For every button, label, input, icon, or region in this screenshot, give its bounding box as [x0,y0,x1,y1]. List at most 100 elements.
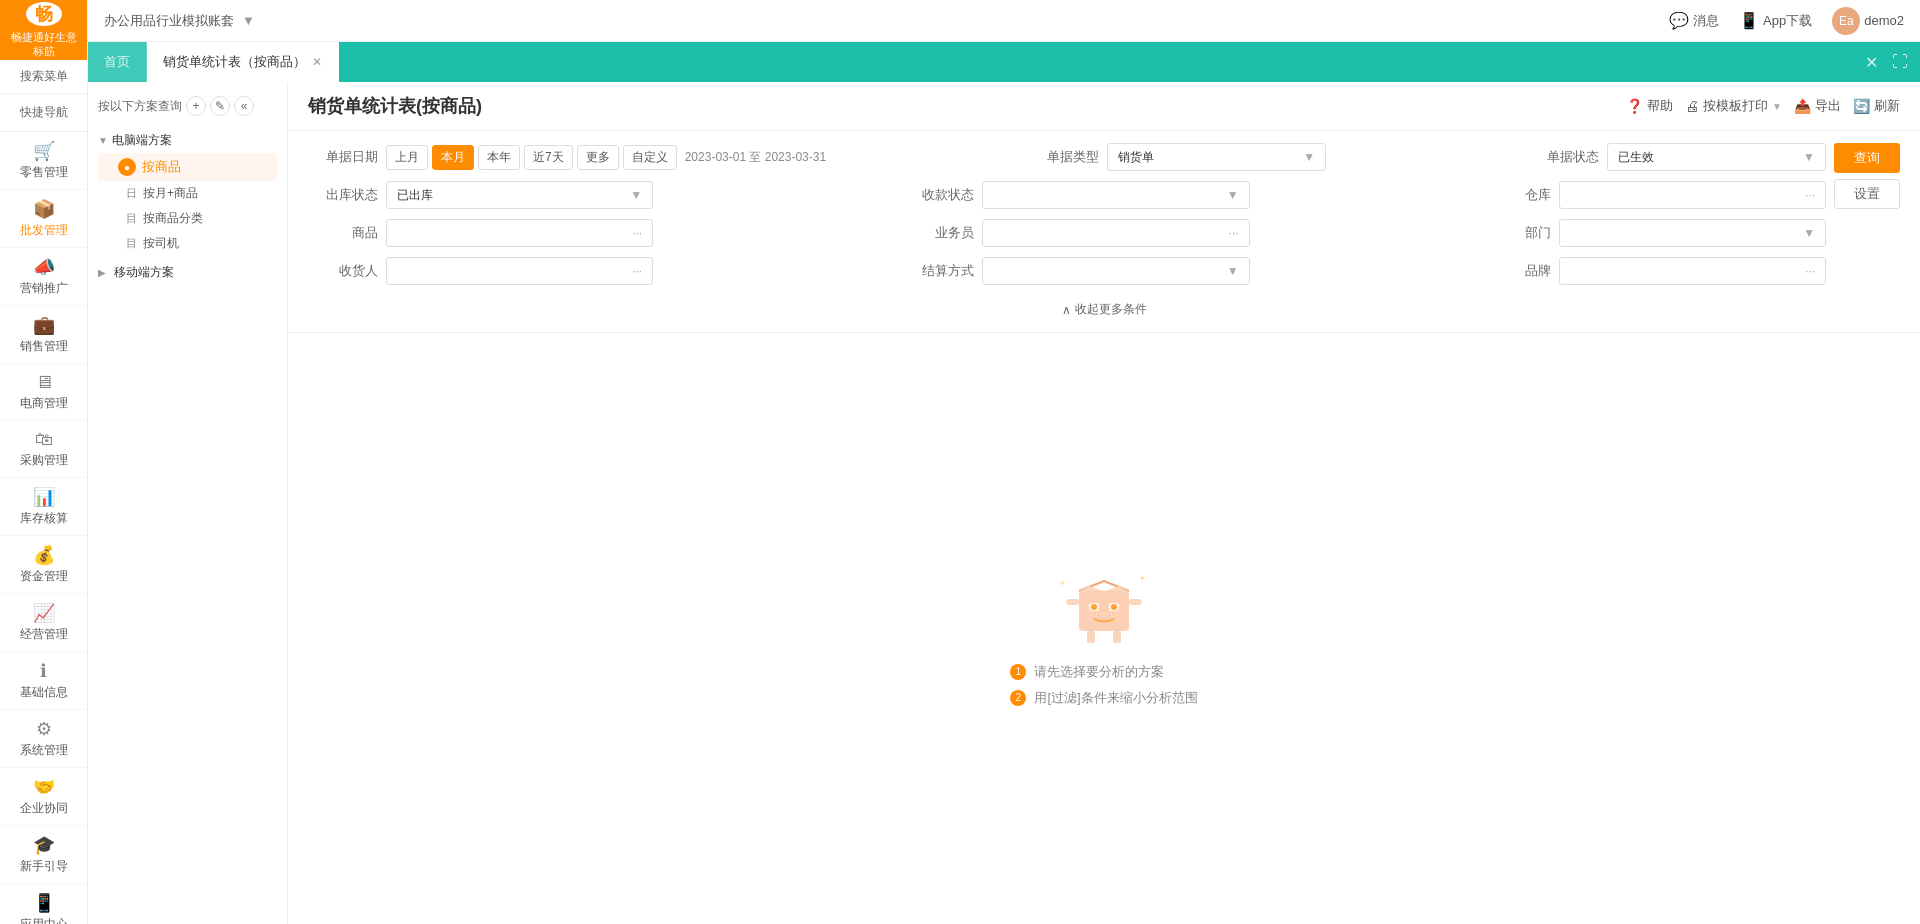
left-panel: 按以下方案查询 + ✎ « ▼ 电脑端方案 ● 按商品 [88,82,288,924]
edit-icon: ✎ [215,99,225,113]
settlement-label: 结算方式 [914,262,974,280]
tab-report[interactable]: 销货单统计表（按商品） ✕ [147,42,339,82]
sidebar-item-enterprise[interactable]: 🤝 企业协同 [0,768,87,826]
page-header: 销货单统计表(按商品) ❓ 帮助 🖨 按模板打印 ▼ 📤 导出 [288,82,1920,131]
message-btn[interactable]: 💬 消息 [1669,11,1719,30]
tip-1-num: 1 [1010,664,1026,680]
date-btn-last-month[interactable]: 上月 [386,145,428,170]
sidebar-item-inventory[interactable]: 📊 库存核算 [0,478,87,536]
sidebar-item-system[interactable]: ⚙ 系统管理 [0,710,87,768]
scheme-item-by-product[interactable]: ● 按商品 [98,153,277,181]
data-area: ✦ ✦ 1 请先选择要分析的方案 2 用[过滤]条件来缩小分析范围 [288,333,1920,924]
product-dots[interactable]: ··· [632,226,642,240]
scheme-query-label: 按以下方案查询 [98,98,182,115]
report-tab-label: 销货单统计表（按商品） [163,53,306,71]
quick-nav-label: 快捷导航 [20,100,68,125]
scheme-item-by-month-product[interactable]: 日 按月+商品 [98,181,277,206]
sidebar-item-ecommerce[interactable]: 🖥 电商管理 [0,364,87,421]
sidebar-item-retail[interactable]: 🛒 零售管理 [0,132,87,190]
date-btn-more[interactable]: 更多 [577,145,619,170]
department-select[interactable]: ▼ [1559,219,1826,247]
ecommerce-label: 电商管理 [20,395,68,412]
sidebar-item-finance[interactable]: 💰 资金管理 [0,536,87,594]
by-category-label: 按商品分类 [143,210,203,227]
salesman-input[interactable]: ··· [982,219,1249,247]
tab-home[interactable]: 首页 [88,42,147,82]
out-status-label: 出库状态 [308,186,378,204]
receiver-input[interactable]: ··· [386,257,653,285]
collapse-panel-btn[interactable]: « [234,96,254,116]
department-arrow: ▼ [1803,226,1815,240]
inventory-icon: 📊 [33,486,55,508]
tab-expand-icon[interactable]: ⛶ [1888,51,1912,73]
dropdown-icon[interactable]: ▼ [242,13,255,28]
export-btn[interactable]: 📤 导出 [1794,97,1841,115]
refresh-btn[interactable]: 🔄 刷新 [1853,97,1900,115]
sidebar-item-purchase[interactable]: 🛍 采购管理 [0,421,87,478]
product-input[interactable]: ··· [386,219,653,247]
user-menu[interactable]: Ea demo2 [1832,7,1904,35]
warehouse-select[interactable]: ··· [1559,181,1826,209]
sidebar-item-sales[interactable]: 💼 销售管理 [0,306,87,364]
tab-close-icon[interactable]: ✕ [312,55,322,69]
edit-scheme-btn[interactable]: ✎ [210,96,230,116]
receipt-status-select[interactable]: ▼ [982,181,1249,209]
category-icon: 目 [126,211,137,226]
svg-rect-0 [1079,591,1129,631]
reset-button[interactable]: 设置 [1834,179,1900,209]
doc-status-select[interactable]: 已生效 ▼ [1607,143,1826,171]
date-btn-7days[interactable]: 近7天 [524,145,573,170]
date-btn-this-month[interactable]: 本月 [432,145,474,170]
arrow-right-icon: ▶ [98,267,106,278]
search-button[interactable]: 查询 [1834,143,1900,173]
brand-input[interactable]: ··· [1559,257,1826,285]
salesman-dots[interactable]: ··· [1229,226,1239,240]
sidebar-item-operations[interactable]: 📈 经营管理 [0,594,87,652]
enterprise-icon: 🤝 [33,776,55,798]
doc-type-label: 单据类型 [1039,148,1099,166]
mobile-group-title[interactable]: ▶ 移动端方案 [88,260,287,285]
date-btn-custom[interactable]: 自定义 [623,145,677,170]
tab-spacer [339,42,1853,82]
collapse-icon: « [241,99,248,113]
doc-type-value: 销货单 [1118,149,1154,166]
scheme-item-by-register[interactable]: 目 按司机 [98,231,277,256]
export-icon: 📤 [1794,98,1811,114]
out-status-select[interactable]: 已出库 ▼ [386,181,653,209]
sidebar-search-section[interactable]: 搜索菜单 [0,60,87,94]
sidebar: 畅 畅捷通好生意 标筋 搜索菜单 快捷导航 🛒 零售管理 📦 批发管理 📣 营销… [0,0,88,924]
filter-row-4: 收货人 ··· 结算方式 ▼ [308,257,1826,285]
collapse-conditions-btn[interactable]: ∧ 收起更多条件 [308,295,1900,320]
help-btn[interactable]: ❓ 帮助 [1626,97,1673,115]
tab-right-buttons: ✕ ⛶ [1853,42,1920,82]
settlement-select[interactable]: ▼ [982,257,1249,285]
app-logo: 畅 畅捷通好生意 标筋 [0,0,87,60]
desktop-group-title[interactable]: ▼ 电脑端方案 [98,128,277,153]
print-arrow-icon: ▼ [1772,101,1782,112]
by-month-product-label: 按月+商品 [143,185,198,202]
refresh-icon: 🔄 [1853,98,1870,114]
receiver-dots[interactable]: ··· [632,264,642,278]
home-tab-label: 首页 [104,53,130,71]
export-label: 导出 [1815,97,1841,115]
brand-dots[interactable]: ··· [1805,264,1815,278]
sidebar-item-wholesale[interactable]: 📦 批发管理 [0,190,87,248]
scheme-item-by-category[interactable]: 目 按商品分类 [98,206,277,231]
sidebar-item-apps[interactable]: 📱 应用中心 [0,884,87,924]
svg-text:✦: ✦ [1139,574,1146,583]
main-area: 办公用品行业模拟账套 ▼ 💬 消息 📱 App下载 Ea demo2 首页 [88,0,1920,924]
app-download-btn[interactable]: 📱 App下载 [1739,11,1812,30]
filter-row-3: 商品 ··· 业务员 ··· [308,219,1826,247]
add-scheme-btn[interactable]: + [186,96,206,116]
date-btn-this-year[interactable]: 本年 [478,145,520,170]
sidebar-item-guide[interactable]: 🎓 新手引导 [0,826,87,884]
sidebar-item-basic[interactable]: ℹ 基础信息 [0,652,87,710]
doc-type-select[interactable]: 销货单 ▼ [1107,143,1326,171]
tab-close-all-icon[interactable]: ✕ [1861,51,1882,74]
arrow-down-icon: ▼ [98,135,108,146]
print-btn[interactable]: 🖨 按模板打印 ▼ [1685,97,1782,115]
enterprise-label: 企业协同 [20,800,68,817]
sidebar-item-marketing[interactable]: 📣 营销推广 [0,248,87,306]
filter-row-1: 单据日期 上月 本月 本年 近7天 更多 自定义 2023-03-01 至 20… [308,143,1826,171]
warehouse-dots[interactable]: ··· [1805,188,1815,202]
